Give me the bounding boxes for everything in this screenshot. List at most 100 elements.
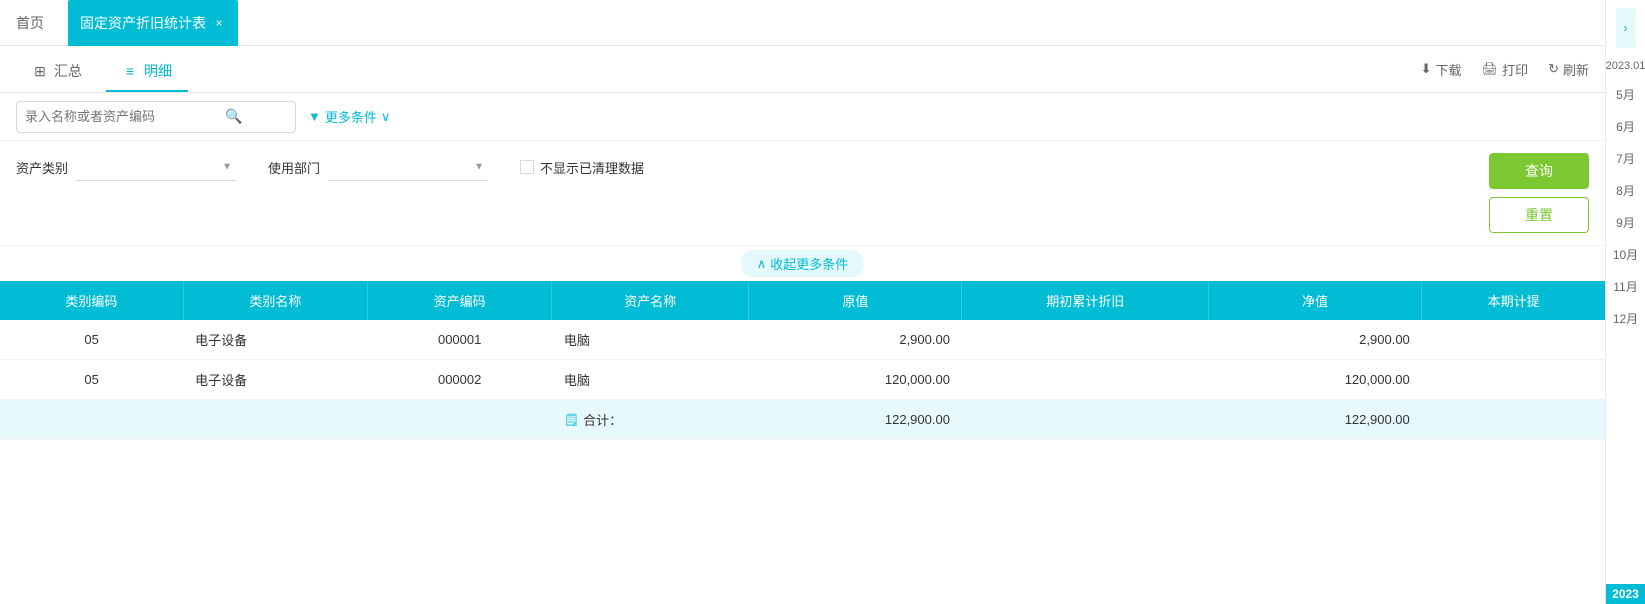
chevron-down-icon: ∨ (381, 109, 391, 125)
no-cleared-label: 不显示已清理数据 (540, 158, 644, 177)
cell-asset-name: 电脑 (552, 360, 749, 400)
reset-button[interactable]: 重置 (1489, 197, 1589, 233)
nav-home[interactable]: 首页 (16, 13, 44, 33)
asset-type-select[interactable] (76, 153, 236, 181)
table-total-row: 🗒 合计： 122,900.00 122,900.00 (0, 400, 1605, 440)
no-cleared-checkbox[interactable] (520, 160, 534, 174)
filter-department: 使用部门 ▼ (268, 153, 488, 181)
right-sidebar: › 2023.01 5月 6月 7月 8月 9月 10月 11月 12月 202… (1605, 0, 1645, 604)
search-input-wrapper: 🔍 (16, 101, 296, 133)
total-label (0, 400, 552, 440)
download-icon: ⬇ (1421, 61, 1432, 77)
table-row[interactable]: 05 电子设备 000001 电脑 2,900.00 2,900.00 (0, 320, 1605, 360)
collapse-bar: ∧ 收起更多条件 (0, 246, 1605, 281)
table-header-row: 类别编码 类别名称 资产编码 资产名称 原值 期初累计折旧 净值 本期计提 (0, 281, 1605, 320)
total-net-value: 122,900.00 (1209, 400, 1422, 440)
list-icon: ≡ (122, 63, 138, 79)
cell-original-value: 2,900.00 (749, 320, 962, 360)
collapse-icon: ∧ (757, 256, 767, 272)
collapse-label: 收起更多条件 (770, 254, 848, 273)
query-button[interactable]: 查询 (1489, 153, 1589, 189)
filter-area: 资产类别 ▼ 使用部门 (0, 141, 1605, 246)
department-select[interactable] (328, 153, 488, 181)
month-12[interactable]: 12月 (1608, 304, 1644, 332)
col-category-name: 类别名称 (183, 281, 367, 320)
layers-icon: ⊞ (32, 63, 48, 79)
date-label: 2023.01 (1606, 60, 1645, 72)
refresh-icon: ↻ (1548, 61, 1559, 77)
cell-net-value: 2,900.00 (1209, 320, 1422, 360)
download-btn[interactable]: ⬇ 下载 (1421, 60, 1462, 79)
cell-current-depr (1422, 360, 1605, 400)
col-asset-name: 资产名称 (552, 281, 749, 320)
total-current-depr (1422, 400, 1605, 440)
top-nav: 首页 固定资产折旧统计表 × ✕ (0, 0, 1605, 46)
table-container: 类别编码 类别名称 资产编码 资产名称 原值 期初累计折旧 净值 本期计提 05… (0, 281, 1605, 604)
print-icon: 🖨 (1482, 61, 1499, 77)
filter-icon: ▼ (308, 109, 321, 124)
table-row[interactable]: 05 电子设备 000002 电脑 120,000.00 120,000.00 (0, 360, 1605, 400)
nav-tab-active[interactable]: 固定资产折旧统计表 × (68, 0, 238, 46)
download-label: 下载 (1436, 60, 1462, 79)
sub-tabs: ⊞ 汇总 ≡ 明细 (0, 46, 1405, 92)
more-filter-label: 更多条件 (325, 107, 377, 126)
cell-current-depr (1422, 320, 1605, 360)
month-7[interactable]: 7月 (1608, 144, 1644, 172)
tab-summary-label: 汇总 (54, 61, 82, 81)
more-filter-btn[interactable]: ▼ 更多条件 ∨ (308, 107, 390, 126)
col-net-value: 净值 (1209, 281, 1422, 320)
search-bar: 🔍 ▼ 更多条件 ∨ (0, 93, 1605, 141)
cell-accum-depr (962, 360, 1209, 400)
year-badge: 2023 (1606, 584, 1645, 604)
asset-type-select-wrapper: ▼ (76, 153, 236, 181)
refresh-label: 刷新 (1563, 60, 1589, 79)
nav-tab-close-icon[interactable]: × (212, 16, 226, 30)
col-original-value: 原值 (749, 281, 962, 320)
month-5[interactable]: 5月 (1608, 80, 1644, 108)
col-accum-depr: 期初累计折旧 (962, 281, 1209, 320)
cell-category-name: 电子设备 (183, 360, 367, 400)
col-current-depr: 本期计提 (1422, 281, 1605, 320)
month-9[interactable]: 9月 (1608, 208, 1644, 236)
print-label: 打印 (1502, 60, 1528, 79)
cell-accum-depr (962, 320, 1209, 360)
cell-asset-code: 000001 (368, 320, 552, 360)
total-label-text: 🗒 合计： (552, 400, 749, 440)
cell-asset-code: 000002 (368, 360, 552, 400)
cell-category-name: 电子设备 (183, 320, 367, 360)
tab-detail-label: 明细 (144, 61, 172, 81)
data-table: 类别编码 类别名称 资产编码 资产名称 原值 期初累计折旧 净值 本期计提 05… (0, 281, 1605, 440)
col-category-code: 类别编码 (0, 281, 183, 320)
sidebar-expand-btn[interactable]: › (1616, 8, 1636, 48)
department-select-wrapper: ▼ (328, 153, 488, 181)
filter-buttons: 查询 重置 (1489, 153, 1589, 233)
cell-category-code: 05 (0, 360, 183, 400)
cell-asset-name: 电脑 (552, 320, 749, 360)
cell-category-code: 05 (0, 320, 183, 360)
search-input[interactable] (25, 109, 225, 124)
filter-row-1: 资产类别 ▼ 使用部门 (16, 153, 1473, 181)
total-accum-depr (962, 400, 1209, 440)
toolbar: ⬇ 下载 🖨 打印 ↻ 刷新 (1405, 52, 1605, 87)
month-10[interactable]: 10月 (1608, 240, 1644, 268)
tab-detail[interactable]: ≡ 明细 (106, 52, 188, 92)
print-btn[interactable]: 🖨 打印 (1482, 60, 1529, 79)
col-asset-code: 资产编码 (368, 281, 552, 320)
asset-type-label: 资产类别 (16, 158, 68, 177)
cell-net-value: 120,000.00 (1209, 360, 1422, 400)
filter-asset-type: 资产类别 ▼ (16, 153, 236, 181)
no-cleared-checkbox-wrapper[interactable]: 不显示已清理数据 (520, 158, 644, 177)
collapse-btn[interactable]: ∧ 收起更多条件 (741, 250, 865, 277)
department-label: 使用部门 (268, 158, 320, 177)
month-6[interactable]: 6月 (1608, 112, 1644, 140)
cell-original-value: 120,000.00 (749, 360, 962, 400)
month-8[interactable]: 8月 (1608, 176, 1644, 204)
search-icon[interactable]: 🔍 (225, 108, 242, 125)
month-11[interactable]: 11月 (1608, 272, 1644, 300)
tab-summary[interactable]: ⊞ 汇总 (16, 52, 98, 92)
refresh-btn[interactable]: ↻ 刷新 (1548, 60, 1589, 79)
nav-tab-label: 固定资产折旧统计表 (80, 13, 206, 33)
sidebar-expand-icon: › (1624, 21, 1628, 35)
total-original-value: 122,900.00 (749, 400, 962, 440)
content-area: ⊞ 汇总 ≡ 明细 ⬇ 下载 🖨 打印 ↻ 刷 (0, 46, 1605, 604)
